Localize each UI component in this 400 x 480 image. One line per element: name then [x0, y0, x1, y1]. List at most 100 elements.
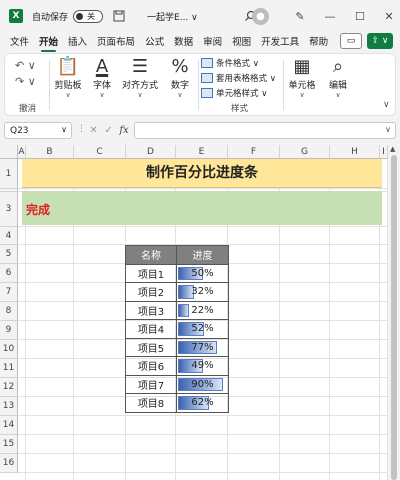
comment-button[interactable]: ▭ [340, 33, 362, 49]
chevron-down-icon[interactable]: ∨ [61, 125, 67, 134]
autosave-toggle[interactable]: 关 [73, 9, 104, 23]
progress-cell[interactable]: 90% [176, 374, 229, 394]
progress-cell[interactable]: 52% [176, 319, 229, 339]
conditional-format-button[interactable]: 条件格式 ∨ [201, 57, 259, 69]
sheet-title[interactable]: 制作百分比进度条 [22, 159, 382, 188]
cell-styles-button[interactable]: 单元格样式 ∨ [201, 87, 267, 99]
item-name-cell[interactable]: 项目8 [125, 393, 177, 413]
item-name-cell[interactable]: 项目7 [125, 374, 177, 394]
row-header-5[interactable]: 5 [0, 245, 18, 264]
clipboard-icon: 📋 [56, 56, 80, 77]
cells-button[interactable]: ▦ 单元格 ∨ [283, 56, 321, 99]
editing-button[interactable]: ⌕ 编辑 ∨ [323, 56, 353, 99]
user-icon[interactable]: ● [252, 8, 269, 25]
tab-formulas[interactable]: 公式 [145, 34, 164, 50]
maximize-button[interactable]: ☐ [350, 6, 370, 26]
worksheet-grid[interactable]: ABCDEFGHI 12345678910111213141516 制作百分比进… [0, 145, 400, 480]
column-header-d[interactable]: D [126, 145, 176, 159]
done-band[interactable]: 完成 [22, 191, 382, 225]
expand-formula-icon[interactable]: ∨ [385, 125, 391, 134]
item-name-cell[interactable]: 项目3 [125, 300, 177, 320]
progress-cell[interactable]: 32% [176, 282, 229, 302]
row-header-1[interactable]: 1 [0, 159, 18, 189]
name-box[interactable]: Q23 ∨ [4, 122, 72, 139]
tab-review[interactable]: 审阅 [203, 34, 222, 50]
progress-value: 22% [191, 304, 214, 316]
alignment-button[interactable]: ☰ 对齐方式 ∨ [117, 56, 163, 99]
chevron-down-icon: ∨ [335, 91, 341, 99]
item-name-cell[interactable]: 项目5 [125, 337, 177, 357]
share-button[interactable]: ⇪ ∨ [367, 33, 393, 49]
column-header-i[interactable]: I [380, 145, 388, 159]
tab-home[interactable]: 开始 [39, 34, 58, 52]
tab-file[interactable]: 文件 [10, 34, 29, 50]
tab-page-layout[interactable]: 页面布局 [97, 34, 135, 50]
scroll-up-icon[interactable]: ▲ [390, 145, 395, 153]
column-header-e[interactable]: E [176, 145, 228, 159]
insert-function-icon[interactable]: fx [119, 125, 128, 136]
row-header-12[interactable]: 12 [0, 378, 18, 397]
save-icon[interactable] [109, 6, 129, 26]
progress-cell[interactable]: 50% [176, 263, 229, 283]
minimize-button[interactable]: — [320, 6, 340, 26]
row-header-4[interactable]: 4 [0, 227, 18, 245]
table-format-icon [201, 73, 213, 83]
tab-data[interactable]: 数据 [174, 34, 193, 50]
scroll-thumb[interactable] [391, 155, 397, 480]
number-button[interactable]: % 数字 ∨ [163, 56, 197, 99]
item-name-cell[interactable]: 项目4 [125, 319, 177, 339]
more-icon[interactable]: ⋮ [77, 124, 86, 134]
format-as-table-label: 套用表格格式 ∨ [216, 74, 276, 84]
tab-view[interactable]: 视图 [232, 34, 251, 50]
progress-cell[interactable]: 62% [176, 393, 229, 413]
conditional-format-label: 条件格式 ∨ [216, 59, 259, 69]
column-header-h[interactable]: H [330, 145, 380, 159]
header-progress[interactable]: 进度 [176, 245, 229, 265]
font-button[interactable]: A 字体 ∨ [87, 56, 117, 99]
row-header-7[interactable]: 7 [0, 283, 18, 302]
format-as-table-button[interactable]: 套用表格格式 ∨ [201, 72, 276, 84]
row-header-8[interactable]: 8 [0, 302, 18, 321]
row-header-15[interactable]: 15 [0, 435, 18, 454]
collapse-ribbon-icon[interactable]: ∨ [383, 100, 390, 110]
row-header-10[interactable]: 10 [0, 340, 18, 359]
header-name[interactable]: 名称 [125, 245, 177, 265]
row-header-9[interactable]: 9 [0, 321, 18, 340]
close-button[interactable]: ✕ [379, 6, 399, 26]
row-header-6[interactable]: 6 [0, 264, 18, 283]
name-box-value: Q23 [10, 126, 29, 136]
undo-icon[interactable]: ↶ ∨ [15, 59, 36, 75]
column-header-c[interactable]: C [74, 145, 126, 159]
undo-redo-group: ↶ ∨ ↷ ∨ [15, 59, 36, 91]
row-header-11[interactable]: 11 [0, 359, 18, 378]
progress-value: 62% [191, 397, 214, 409]
column-header-f[interactable]: F [228, 145, 280, 159]
column-header-g[interactable]: G [280, 145, 330, 159]
item-name-cell[interactable]: 项目6 [125, 356, 177, 376]
formula-actions: ✕ ✓ fx [86, 122, 132, 139]
tab-help[interactable]: 帮助 [309, 34, 328, 50]
clipboard-button[interactable]: 📋 剪贴板 ∨ [49, 56, 87, 99]
row-header-13[interactable]: 13 [0, 397, 18, 416]
column-header-a[interactable]: A [18, 145, 26, 159]
row-header-3[interactable]: 3 [0, 192, 18, 227]
item-name-cell[interactable]: 项目2 [125, 282, 177, 302]
progress-cell[interactable]: 77% [176, 337, 229, 357]
confirm-icon[interactable]: ✓ [104, 125, 112, 136]
progress-cell[interactable]: 22% [176, 300, 229, 320]
formula-input[interactable]: ∨ [134, 122, 396, 139]
tab-developer[interactable]: 开发工具 [261, 34, 299, 50]
select-all-corner[interactable] [0, 145, 18, 159]
row-header-16[interactable]: 16 [0, 454, 18, 473]
row-header-14[interactable]: 14 [0, 416, 18, 435]
pen-icon[interactable]: ✎ [290, 6, 310, 26]
progress-cell[interactable]: 49% [176, 356, 229, 376]
tab-insert[interactable]: 插入 [68, 34, 87, 50]
table-row: 项目6 49% [125, 356, 229, 376]
item-name-cell[interactable]: 项目1 [125, 263, 177, 283]
cancel-icon[interactable]: ✕ [89, 125, 97, 136]
redo-icon[interactable]: ↷ ∨ [15, 75, 36, 91]
column-header-b[interactable]: B [26, 145, 74, 159]
document-title[interactable]: 一起学E... ∨ [147, 10, 198, 23]
vertical-scrollbar[interactable]: ▲ [388, 145, 400, 480]
